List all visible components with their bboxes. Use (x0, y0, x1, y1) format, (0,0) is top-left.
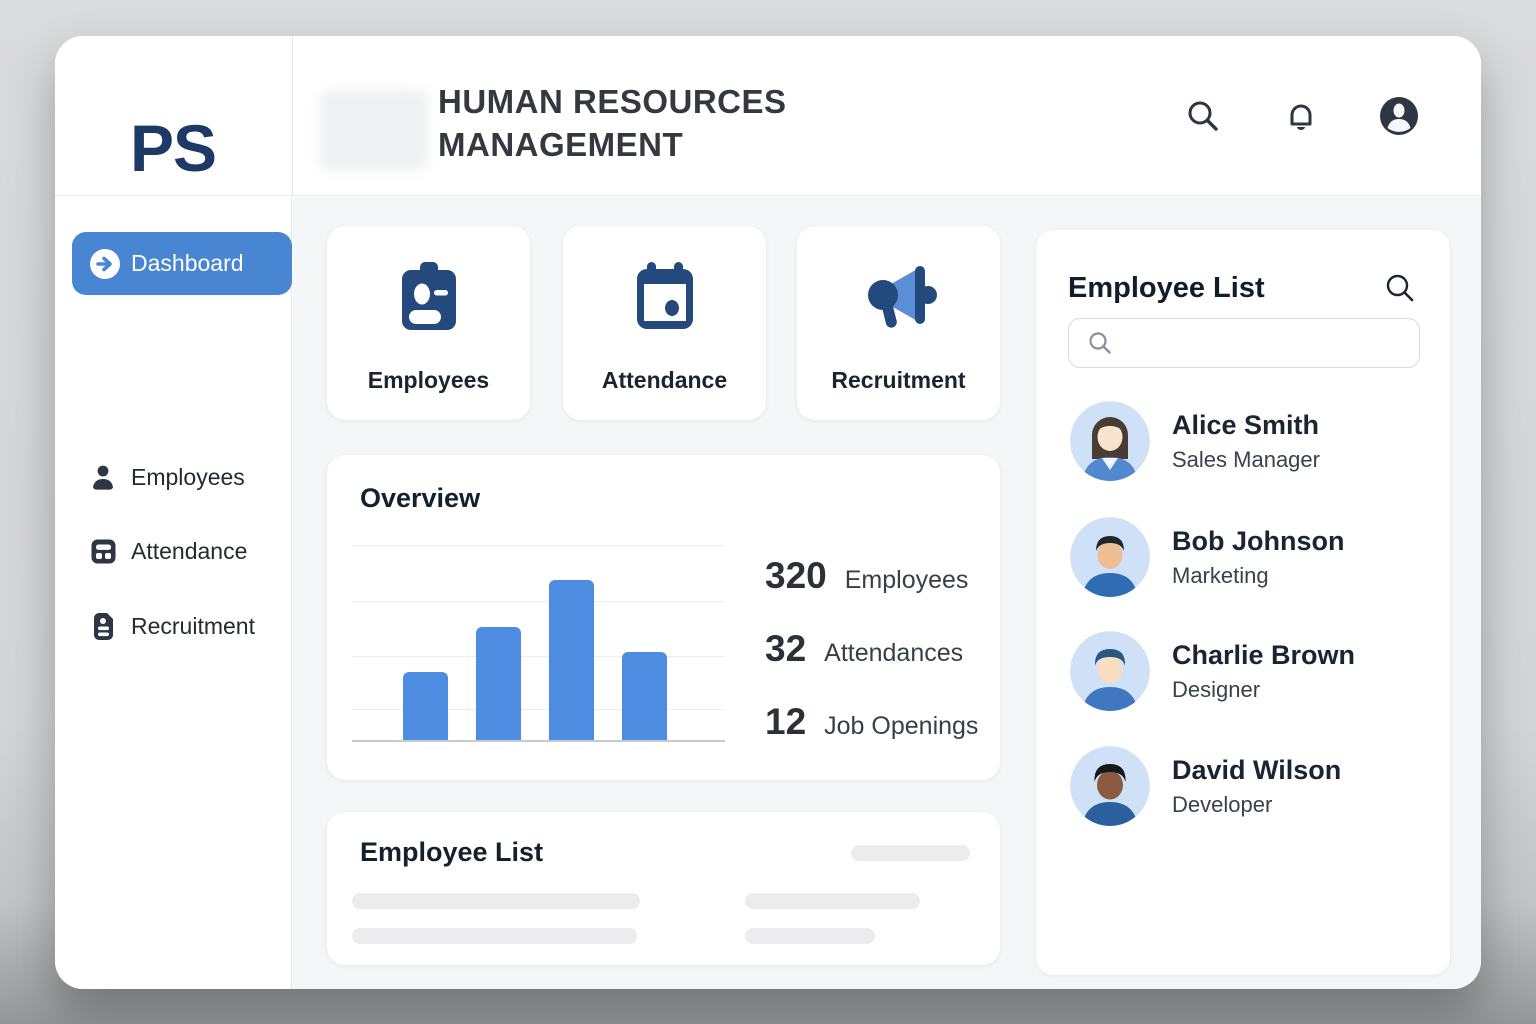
chart-bar (549, 580, 594, 740)
stat-job-openings: 12 Job Openings (765, 701, 978, 743)
megaphone-icon (797, 256, 1000, 340)
search-icon (1089, 332, 1111, 354)
employee-search-input[interactable] (1125, 331, 1395, 355)
search-icon[interactable] (1181, 94, 1225, 138)
chart-bar (476, 626, 521, 740)
employee-panel-title: Employee List (1068, 272, 1265, 304)
employee-info: Bob Johnson Marketing (1172, 524, 1344, 591)
skeleton-line (352, 893, 640, 909)
person-icon (89, 463, 117, 491)
desktop-background: PS HUMAN RESOURCES MANAGEMENT Dashboard … (0, 0, 1536, 1024)
stat-value: 12 (765, 701, 807, 742)
id-badge-icon (327, 256, 530, 340)
sidebar-item-attendance[interactable]: Attendance (55, 528, 292, 574)
employee-name: David Wilson (1172, 754, 1342, 785)
app-window: PS HUMAN RESOURCES MANAGEMENT Dashboard … (55, 36, 1481, 989)
overview-card: Overview 320 Employees 32 Attendances 12… (327, 455, 1000, 780)
employee-list-item[interactable]: David Wilson Developer (1070, 746, 1420, 826)
employee-info: Charlie Brown Designer (1172, 638, 1355, 705)
skeleton-line (745, 928, 875, 944)
stat-employees: 320 Employees (765, 555, 978, 597)
sidebar-item-dashboard[interactable]: Dashboard (72, 232, 292, 295)
employee-role: Designer (1172, 676, 1261, 702)
chart-bar (622, 652, 667, 740)
skeleton-line (352, 928, 637, 944)
sidebar-item-employees[interactable]: Employees (55, 454, 292, 500)
chart-bar (403, 671, 448, 740)
stat-value: 320 (765, 555, 827, 596)
employee-list-item[interactable]: Charlie Brown Designer (1070, 631, 1420, 711)
quick-card-label: Employees (367, 367, 490, 393)
employee-list-card-title: Employee List (360, 837, 544, 867)
stat-attendances: 32 Attendances (765, 628, 978, 670)
sidebar-item-label: Dashboard (131, 250, 244, 276)
sidebar: Dashboard Employees Attendance Recruitme… (55, 196, 292, 989)
skeleton-line (851, 845, 970, 861)
arrow-circle-icon (89, 248, 121, 280)
bell-icon[interactable] (1279, 94, 1323, 138)
employee-info: Alice Smith Sales Manager (1172, 408, 1320, 475)
chart-bars (403, 545, 667, 740)
employee-panel: Employee List Alice Smith Sales Manager … (1036, 230, 1450, 975)
employee-name: Charlie Brown (1172, 639, 1356, 670)
profile-icon[interactable] (1377, 94, 1421, 138)
stat-label: Employees (844, 566, 969, 594)
avatar (1070, 517, 1150, 597)
avatar (1070, 401, 1150, 481)
employee-role: Marketing (1172, 562, 1269, 588)
header-divider (292, 36, 293, 196)
header-actions (1181, 94, 1421, 138)
overview-stats: 320 Employees 32 Attendances 12 Job Open… (765, 555, 978, 743)
overview-title: Overview (360, 483, 481, 513)
quick-card-label: Attendance (601, 367, 728, 393)
stat-label: Attendances (824, 639, 964, 667)
sidebar-item-label: Employees (131, 463, 245, 490)
chart-baseline (352, 740, 725, 742)
avatar (1070, 631, 1150, 711)
stat-label: Job Openings (824, 712, 979, 740)
employee-list-item[interactable]: Alice Smith Sales Manager (1070, 401, 1420, 481)
calendar-icon (563, 256, 766, 340)
quick-card-attendance[interactable]: Attendance (563, 226, 766, 420)
employee-name: Alice Smith (1172, 409, 1320, 440)
app-header: PS HUMAN RESOURCES MANAGEMENT (55, 36, 1481, 196)
employee-name: Bob Johnson (1172, 525, 1345, 556)
page-title-line1: HUMAN RESOURCES (438, 83, 787, 120)
stat-value: 32 (765, 628, 807, 669)
avatar (1070, 746, 1150, 826)
page-title: HUMAN RESOURCES MANAGEMENT (438, 80, 787, 166)
employee-list-card: Employee List (327, 812, 1000, 965)
app-logo: PS (129, 111, 217, 185)
sidebar-item-label: Recruitment (131, 612, 255, 639)
skeleton-line (745, 893, 920, 909)
overview-bar-chart (352, 545, 725, 742)
page-title-line2: MANAGEMENT (438, 126, 684, 163)
grid-table-icon (89, 537, 117, 565)
employee-search-field[interactable] (1068, 318, 1420, 368)
employee-role: Developer (1172, 791, 1273, 817)
employee-role: Sales Manager (1172, 446, 1320, 472)
employee-info: David Wilson Developer (1172, 753, 1341, 820)
blurred-logo-placeholder (320, 90, 428, 170)
search-icon[interactable] (1384, 272, 1416, 309)
employee-list-item[interactable]: Bob Johnson Marketing (1070, 517, 1420, 597)
sidebar-item-recruitment[interactable]: Recruitment (55, 603, 292, 649)
sidebar-item-label: Attendance (131, 537, 248, 564)
document-icon (89, 612, 117, 640)
quick-card-label: Recruitment (831, 367, 966, 393)
quick-card-employees[interactable]: Employees (327, 226, 530, 420)
quick-card-recruitment[interactable]: Recruitment (797, 226, 1000, 420)
